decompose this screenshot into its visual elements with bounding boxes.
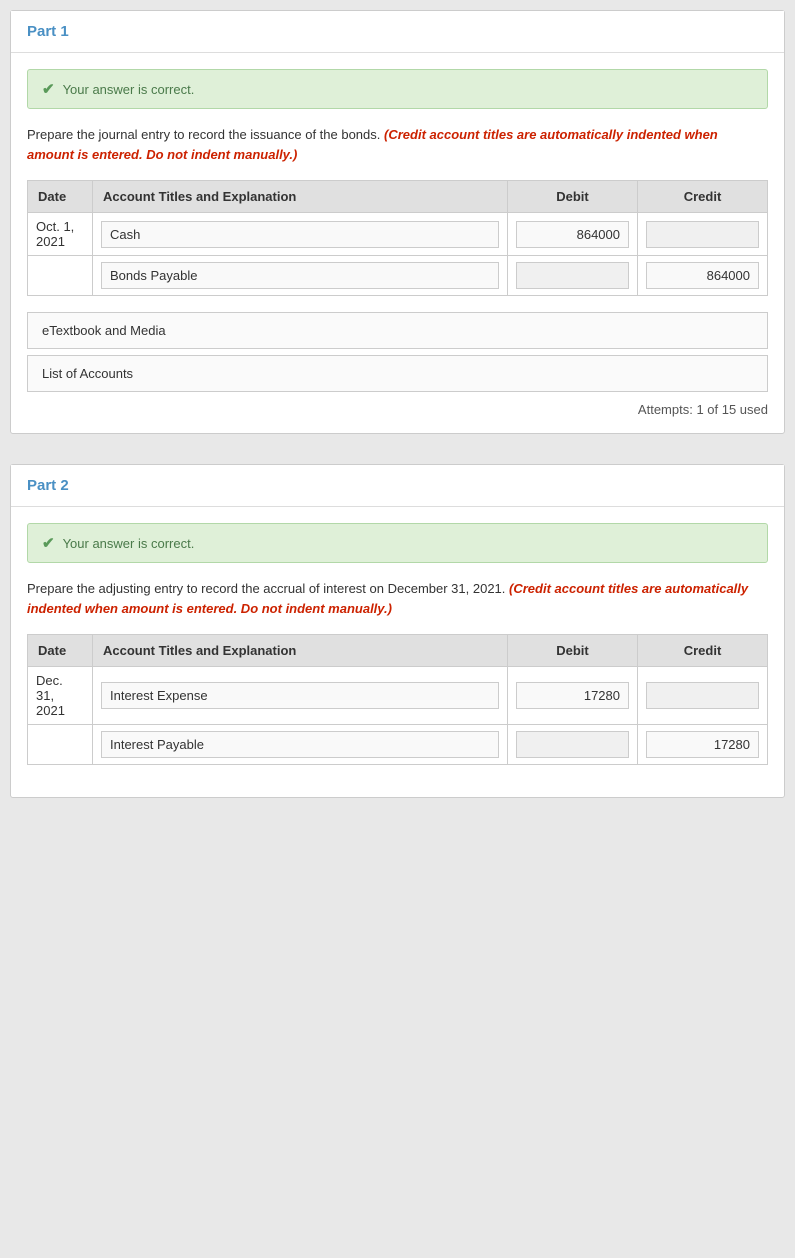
part2-instruction: Prepare the adjusting entry to record th…: [27, 579, 768, 618]
part1-row1-account-input[interactable]: [101, 221, 499, 248]
part2-success-text: Your answer is correct.: [63, 536, 195, 551]
part1-row2-account-input[interactable]: [101, 262, 499, 289]
part2-col-credit: Credit: [638, 635, 768, 667]
part2-col-debit: Debit: [508, 635, 638, 667]
part1-instruction: Prepare the journal entry to record the …: [27, 125, 768, 164]
part1-row1-debit-cell: [508, 213, 638, 256]
part2-col-date: Date: [28, 635, 93, 667]
part2-row2-debit-input[interactable]: [516, 731, 629, 758]
part1-body: ✔ Your answer is correct. Prepare the jo…: [11, 53, 784, 433]
part1-col-account: Account Titles and Explanation: [93, 181, 508, 213]
part2-row2-credit-input[interactable]: [646, 731, 759, 758]
part2-row2-account-cell: [93, 725, 508, 765]
part1-success-banner: ✔ Your answer is correct.: [27, 69, 768, 109]
list-of-accounts-link[interactable]: List of Accounts: [27, 355, 768, 392]
checkmark-icon-2: ✔: [42, 534, 55, 552]
part1-col-date: Date: [28, 181, 93, 213]
part2-row2-account-input[interactable]: [101, 731, 499, 758]
part2-row2-credit-cell: [638, 725, 768, 765]
part1-row1-date: Oct. 1, 2021: [28, 213, 93, 256]
part2-row1-account-cell: [93, 667, 508, 725]
part1-row2-credit-cell: [638, 256, 768, 296]
part1-header: Part 1: [11, 11, 784, 53]
part2-row1-account-input[interactable]: [101, 682, 499, 709]
table-row: Dec. 31, 2021: [28, 667, 768, 725]
part2-row2-date: [28, 725, 93, 765]
part1-col-credit: Credit: [638, 181, 768, 213]
part2-row1-date: Dec. 31, 2021: [28, 667, 93, 725]
part1-row2-account-cell: [93, 256, 508, 296]
part1-row2-credit-input[interactable]: [646, 262, 759, 289]
part1-success-text: Your answer is correct.: [63, 82, 195, 97]
part1-row2-date: [28, 256, 93, 296]
part1-attempts: Attempts: 1 of 15 used: [27, 402, 768, 417]
part1-col-debit: Debit: [508, 181, 638, 213]
part1-row2-debit-cell: [508, 256, 638, 296]
part1-journal-table: Date Account Titles and Explanation Debi…: [27, 180, 768, 296]
part2-row1-credit-cell: [638, 667, 768, 725]
part1-row1-account-cell: [93, 213, 508, 256]
part2-card: Part 2 ✔ Your answer is correct. Prepare…: [10, 464, 785, 798]
table-row: [28, 725, 768, 765]
part2-instruction-normal: Prepare the adjusting entry to record th…: [27, 581, 505, 596]
part2-success-banner: ✔ Your answer is correct.: [27, 523, 768, 563]
part1-row2-debit-input[interactable]: [516, 262, 629, 289]
part1-card: Part 1 ✔ Your answer is correct. Prepare…: [10, 10, 785, 434]
table-row: [28, 256, 768, 296]
part2-col-account: Account Titles and Explanation: [93, 635, 508, 667]
part1-row1-credit-cell: [638, 213, 768, 256]
part2-header: Part 2: [11, 465, 784, 507]
checkmark-icon: ✔: [42, 80, 55, 98]
part1-row1-debit-input[interactable]: [516, 221, 629, 248]
part2-row2-debit-cell: [508, 725, 638, 765]
part2-title: Part 2: [27, 477, 69, 494]
part1-row1-credit-input[interactable]: [646, 221, 759, 248]
part1-title: Part 1: [27, 23, 69, 40]
part2-row1-debit-cell: [508, 667, 638, 725]
table-row: Oct. 1, 2021: [28, 213, 768, 256]
part2-row1-credit-input[interactable]: [646, 682, 759, 709]
etextbook-link[interactable]: eTextbook and Media: [27, 312, 768, 349]
part1-instruction-normal: Prepare the journal entry to record the …: [27, 127, 380, 142]
part2-body: ✔ Your answer is correct. Prepare the ad…: [11, 507, 784, 797]
part2-row1-debit-input[interactable]: [516, 682, 629, 709]
part2-journal-table: Date Account Titles and Explanation Debi…: [27, 634, 768, 765]
